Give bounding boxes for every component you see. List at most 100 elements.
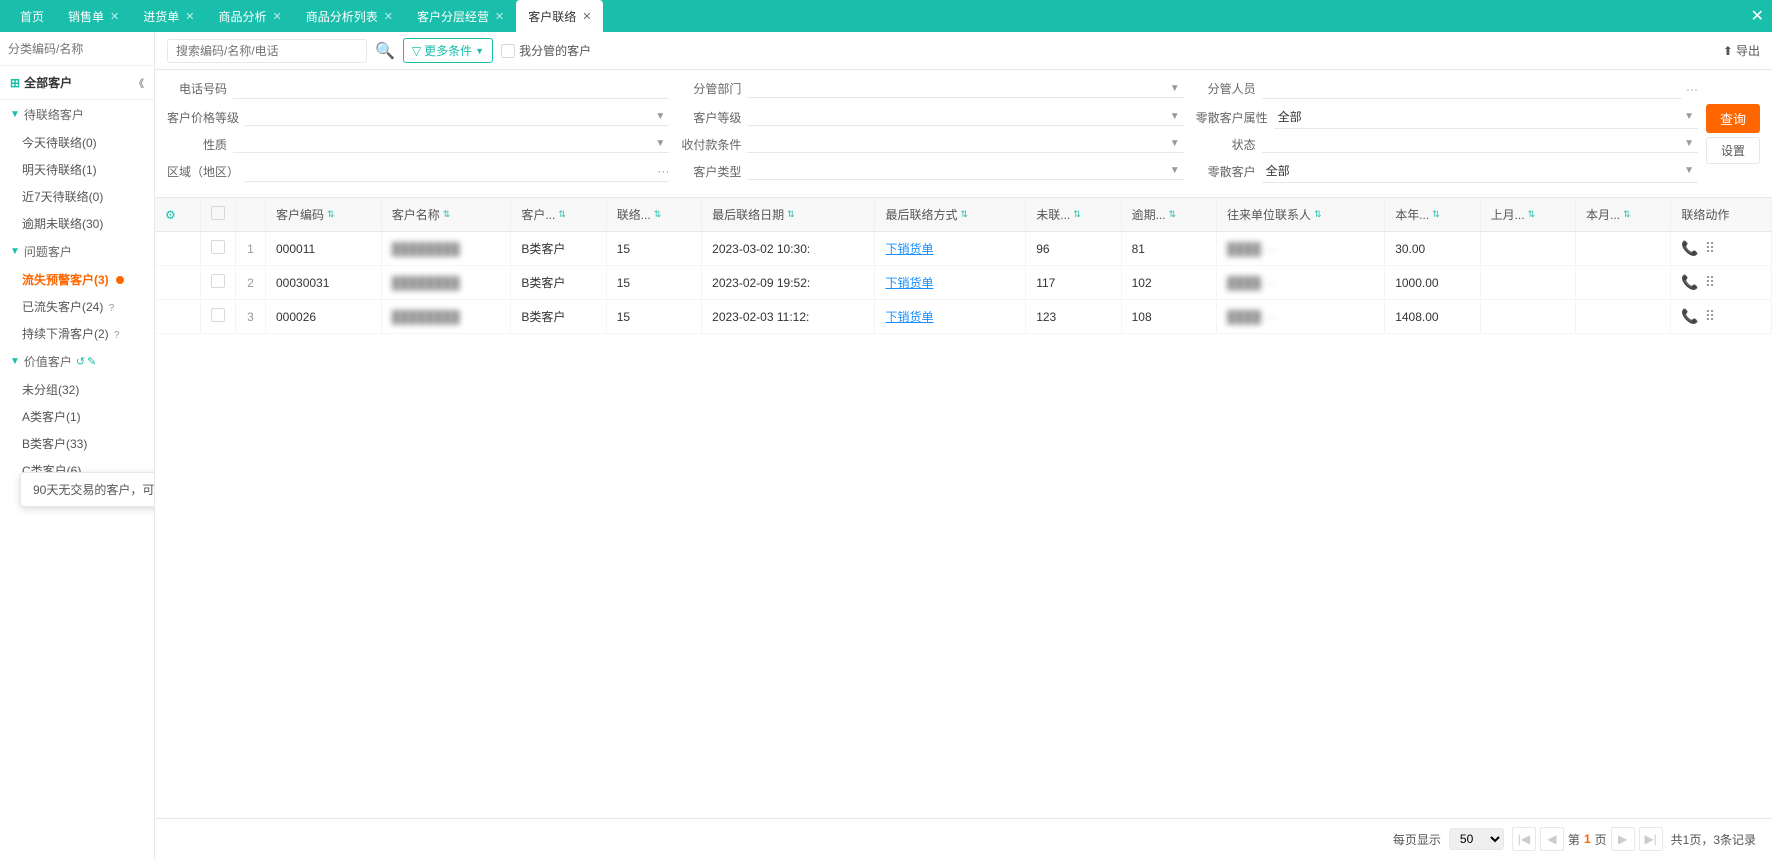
sidebar-item-churn-warning[interactable]: 流失预警客户(3) xyxy=(0,266,154,293)
th-no xyxy=(236,198,266,232)
zero-attr-chevron: ▼ xyxy=(1684,111,1694,122)
sort-icon-code[interactable]: ⇅ xyxy=(327,209,335,220)
price-level-select[interactable]: ▼ xyxy=(245,108,669,126)
tab-close-analysis[interactable]: ✕ xyxy=(273,10,282,23)
export-btn[interactable]: ⬆ 导出 xyxy=(1723,42,1760,59)
row-checkbox[interactable] xyxy=(211,274,225,288)
sidebar-search-input[interactable] xyxy=(8,42,155,56)
tab-analysis[interactable]: 商品分析 ✕ xyxy=(206,0,293,32)
dept-select[interactable]: ▼ xyxy=(747,80,1183,98)
status-chevron: ▼ xyxy=(1684,138,1694,149)
sidebar-item-tomorrow[interactable]: 明天待联络(1) xyxy=(0,156,154,183)
tab-close-sales[interactable]: ✕ xyxy=(110,10,119,23)
tab-close-customer-link[interactable]: ✕ xyxy=(582,10,591,23)
sidebar-item-class-b[interactable]: B类客户(33) xyxy=(0,430,154,457)
sort-icon-type[interactable]: ⇅ xyxy=(558,209,566,220)
sidebar-item-churned[interactable]: 已流失客户(24) ? xyxy=(0,293,154,320)
sidebar-group-churn[interactable]: ▼ 问题客户 xyxy=(0,237,154,266)
tab-home[interactable]: 首页 xyxy=(8,0,56,32)
manager-more-icon[interactable]: ··· xyxy=(1686,82,1698,96)
value-refresh-icon[interactable]: ↺ xyxy=(76,355,85,368)
sidebar-all-customers[interactable]: ⊞ 全部客户 《 xyxy=(0,66,154,100)
manager-input[interactable] xyxy=(1262,78,1682,99)
action-more-icon[interactable]: ⠿ xyxy=(1705,240,1715,257)
row-actions: 📞 ⠿ xyxy=(1671,266,1772,300)
settings-button[interactable]: 设置 xyxy=(1706,137,1760,164)
sort-icon-overdue[interactable]: ⇅ xyxy=(1169,209,1177,220)
payment-select[interactable]: ▼ xyxy=(747,135,1183,153)
nature-select[interactable]: ▼ xyxy=(233,135,669,153)
filter-more-btn[interactable]: ▽ 更多条件 ▼ xyxy=(403,38,493,63)
sort-icon-this-year[interactable]: ⇅ xyxy=(1432,209,1440,220)
table-settings-icon[interactable]: ⚙ xyxy=(165,208,176,222)
sidebar-collapse-icon[interactable]: 《 xyxy=(134,75,144,90)
tab-customer-layer[interactable]: 客户分层经营 ✕ xyxy=(405,0,516,32)
phone-input[interactable] xyxy=(233,78,669,99)
select-all-checkbox[interactable] xyxy=(211,206,225,220)
sort-icon-this-month[interactable]: ⇅ xyxy=(1623,209,1631,220)
page-last-btn[interactable]: ▶| xyxy=(1639,827,1663,851)
sidebar-search-row: 🔍 xyxy=(0,32,154,66)
sort-icon-uncontact[interactable]: ⇅ xyxy=(1073,209,1081,220)
action-phone-icon[interactable]: 📞 xyxy=(1681,308,1698,325)
filter-search-icon[interactable]: 🔍 xyxy=(375,41,395,61)
customer-type-select[interactable]: ▼ xyxy=(747,162,1183,180)
action-phone-icon[interactable]: 📞 xyxy=(1681,240,1698,257)
row-last-way: 下销货单 xyxy=(875,266,1026,300)
customer-table: ⚙ 客户编码 ⇅ xyxy=(155,198,1772,334)
row-no: 3 xyxy=(236,300,266,334)
row-code: 000026 xyxy=(266,300,382,334)
tab-close-analysis-list[interactable]: ✕ xyxy=(384,10,393,23)
query-button[interactable]: 查询 xyxy=(1706,104,1760,133)
region-input[interactable] xyxy=(245,161,653,181)
sidebar-group-pending[interactable]: ▼ 待联络客户 xyxy=(0,100,154,129)
tab-customer-link[interactable]: 客户联络 ✕ xyxy=(516,0,603,32)
value-edit-icon[interactable]: ✎ xyxy=(87,355,96,368)
tooltip-churn: 90天无交易的客户，可能有流失风险。 xyxy=(20,472,155,507)
page-size-select[interactable]: 50 100 200 xyxy=(1449,828,1504,850)
row-unit-contact: ████ ··· xyxy=(1217,232,1385,266)
region-more-icon[interactable]: ··· xyxy=(657,164,669,178)
sidebar-item-today[interactable]: 今天待联络(0) xyxy=(0,129,154,156)
th-gear: ⚙ xyxy=(155,198,201,232)
row-checkbox[interactable] xyxy=(211,308,225,322)
row-this-year: 30.00 xyxy=(1385,232,1480,266)
filter-my-customers-checkbox[interactable]: 我分管的客户 xyxy=(501,42,591,59)
filter-search-input[interactable] xyxy=(167,39,367,63)
sidebar-item-7days[interactable]: 近7天待联络(0) xyxy=(0,183,154,210)
page-prev-btn[interactable]: ◀ xyxy=(1540,827,1564,851)
page-next-btn[interactable]: ▶ xyxy=(1611,827,1635,851)
tab-close-purchase[interactable]: ✕ xyxy=(185,10,194,23)
action-more-icon[interactable]: ⠿ xyxy=(1705,308,1715,325)
tab-analysis-list[interactable]: 商品分析列表 ✕ xyxy=(294,0,405,32)
status-select[interactable]: ▼ xyxy=(1262,135,1698,153)
sort-icon-last-month[interactable]: ⇅ xyxy=(1528,209,1536,220)
page-first-btn[interactable]: |◀ xyxy=(1512,827,1536,851)
row-checkbox-cell xyxy=(201,266,236,300)
zero-attr-select[interactable]: 全部 ▼ xyxy=(1274,105,1698,129)
zero-customer-select[interactable]: 全部 ▼ xyxy=(1262,159,1698,183)
tab-purchase[interactable]: 进货单 ✕ xyxy=(131,0,206,32)
row-no: 1 xyxy=(236,232,266,266)
sidebar-item-declining[interactable]: 持续下滑客户(2) ? xyxy=(0,320,154,347)
row-checkbox[interactable] xyxy=(211,240,225,254)
sort-icon-last-date[interactable]: ⇅ xyxy=(787,209,795,220)
window-close-btn[interactable]: ✕ xyxy=(1751,6,1764,26)
sidebar-group-value[interactable]: ▼ 价值客户 ↺ ✎ xyxy=(0,347,154,376)
sidebar-item-ungroup[interactable]: 未分组(32) xyxy=(0,376,154,403)
sort-icon-name[interactable]: ⇅ xyxy=(443,209,451,220)
filter-customer-type: 客户类型 ▼ xyxy=(681,162,1183,180)
sidebar-item-class-a[interactable]: A类客户(1) xyxy=(0,403,154,430)
action-phone-icon[interactable]: 📞 xyxy=(1681,274,1698,291)
sort-icon-unit-contact[interactable]: ⇅ xyxy=(1314,209,1322,220)
my-customers-checkbox[interactable] xyxy=(501,44,515,58)
tab-sales[interactable]: 销售单 ✕ xyxy=(56,0,131,32)
customer-level-select[interactable]: ▼ xyxy=(747,108,1183,126)
grid-icon: ⊞ xyxy=(10,76,20,90)
tab-close-customer-layer[interactable]: ✕ xyxy=(495,10,504,23)
advanced-filter: 电话号码 分管部门 ▼ 分管人员 xyxy=(155,70,1772,198)
action-more-icon[interactable]: ⠿ xyxy=(1705,274,1715,291)
sort-icon-contact[interactable]: ⇅ xyxy=(654,209,662,220)
sidebar-item-overdue[interactable]: 逾期未联络(30) xyxy=(0,210,154,237)
sort-icon-last-way[interactable]: ⇅ xyxy=(960,209,968,220)
